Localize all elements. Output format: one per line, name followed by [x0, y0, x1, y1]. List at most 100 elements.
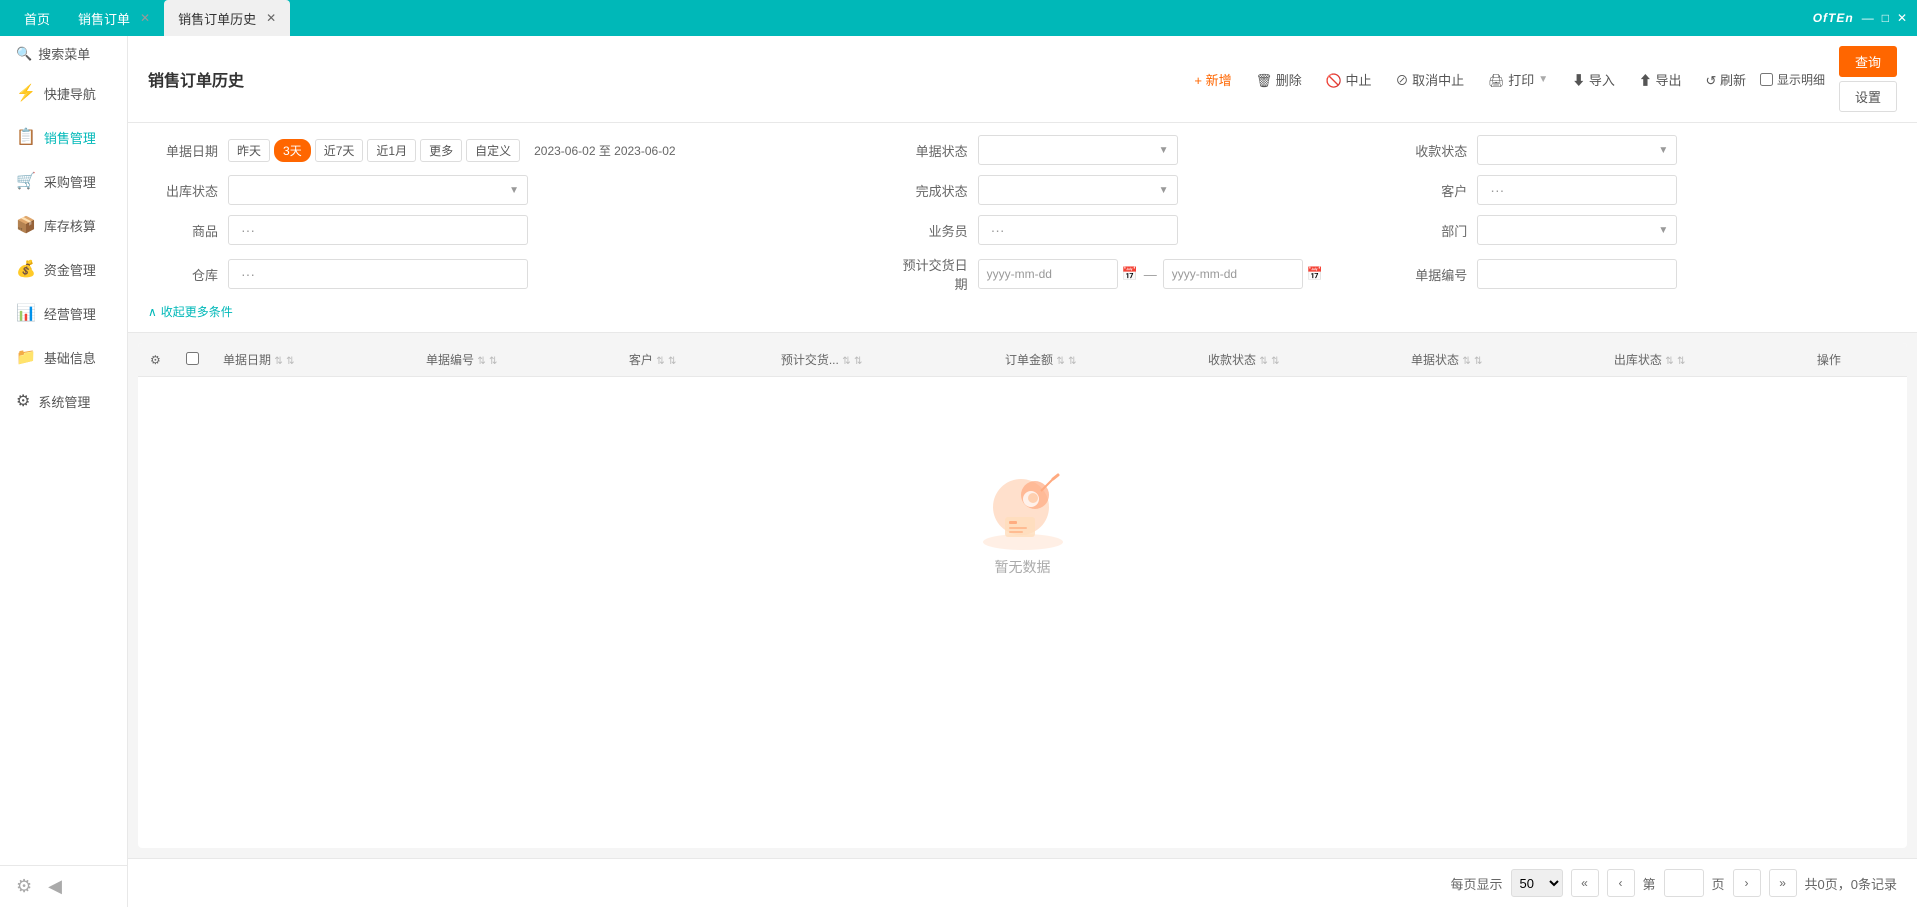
- col-date[interactable]: 单据日期 ⇅: [211, 343, 414, 377]
- empty-state: 暂无数据: [138, 377, 1907, 657]
- col-order-status[interactable]: 单据状态 ⇅: [1399, 343, 1602, 377]
- sidebar-item-sales-mgmt[interactable]: 📋 销售管理: [0, 115, 127, 159]
- date-custom-btn[interactable]: 自定义: [466, 139, 520, 162]
- delivery-date-to[interactable]: yyyy-mm-dd: [1163, 259, 1303, 289]
- department-select[interactable]: ▼: [1477, 215, 1677, 245]
- tab-sales-order-label: 销售订单: [78, 9, 130, 28]
- customer-dots[interactable]: ···: [1490, 182, 1504, 198]
- tab-sales-order[interactable]: 销售订单 ✕: [64, 0, 164, 36]
- select-all-checkbox[interactable]: [186, 352, 199, 365]
- date-1month-btn[interactable]: 近1月: [367, 139, 416, 162]
- page-size-select[interactable]: 50 10 20 100: [1511, 869, 1563, 897]
- refresh-btn[interactable]: ↺ 刷新: [1695, 65, 1756, 94]
- show-detail-label[interactable]: 显示明细: [1760, 71, 1825, 88]
- query-btn[interactable]: 查询: [1839, 46, 1897, 77]
- search-menu[interactable]: 🔍 搜索菜单: [0, 36, 127, 71]
- show-detail-text: 显示明细: [1777, 71, 1825, 88]
- tab-sales-order-close[interactable]: ✕: [140, 11, 150, 25]
- collapse-btn[interactable]: ∧ 收起更多条件: [148, 303, 1897, 320]
- tab-home[interactable]: 首页: [10, 0, 64, 36]
- prev-page-btn[interactable]: ‹: [1607, 869, 1635, 897]
- product-label: 商品: [148, 221, 228, 240]
- next-page-btn[interactable]: ›: [1733, 869, 1761, 897]
- total-records: 共0页，0条记录: [1805, 874, 1897, 893]
- delivery-date-from[interactable]: yyyy-mm-dd: [978, 259, 1118, 289]
- filter-row-1: 单据日期 昨天 3天 近7天 近1月 更多 自定义 2023-06-02 至 2…: [148, 135, 1897, 165]
- order-no-label: 单据编号: [1397, 265, 1477, 284]
- order-status-select[interactable]: ▼: [978, 135, 1178, 165]
- print-btn[interactable]: 🖨 打印 ▼: [1478, 65, 1558, 94]
- tab-home-label: 首页: [24, 9, 50, 28]
- col-customer[interactable]: 客户 ⇅: [617, 343, 769, 377]
- first-page-btn[interactable]: «: [1571, 869, 1599, 897]
- top-bar-right: OfTEn — □ ✕: [1813, 11, 1907, 25]
- col-payment-status[interactable]: 收款状态 ⇅: [1196, 343, 1399, 377]
- date-7days-btn[interactable]: 近7天: [315, 139, 364, 162]
- operations-icon: 📊: [16, 303, 36, 323]
- table-checkbox-th[interactable]: [174, 343, 211, 377]
- payment-status-select[interactable]: ▼: [1477, 135, 1677, 165]
- cancel-stop-btn[interactable]: ⊘ 取消中止: [1386, 65, 1475, 94]
- product-dots[interactable]: ···: [241, 222, 255, 238]
- customer-label: 客户: [1397, 181, 1477, 200]
- page-title: 销售订单历史: [148, 67, 244, 91]
- delivery-status-select[interactable]: ▼: [228, 175, 528, 205]
- order-no-input[interactable]: [1477, 259, 1677, 289]
- filter-row-4: 仓库 ··· 预计交货日期 yyyy-mm-dd 📅 — yyyy-mm-dd: [148, 255, 1897, 293]
- minimize-btn[interactable]: —: [1862, 11, 1874, 25]
- date-yesterday-btn[interactable]: 昨天: [228, 139, 270, 162]
- col-payment-status-label: 收款状态: [1208, 353, 1256, 367]
- sidebar-settings-icon[interactable]: ⚙: [16, 876, 32, 897]
- customer-input[interactable]: ···: [1477, 175, 1677, 205]
- toolbar: + 新增 🗑 删除 🚫 中止 ⊘ 取消中止 🖨 打印 ▼ ⬇ 导入: [1184, 46, 1897, 112]
- sidebar-item-base-info[interactable]: 📁 基础信息: [0, 335, 127, 379]
- delete-btn[interactable]: 🗑 删除: [1246, 65, 1312, 94]
- page-header: 销售订单历史 + 新增 🗑 删除 🚫 中止 ⊘ 取消中止 🖨 打印 ▼: [128, 36, 1917, 123]
- delivery-status-label: 出库状态: [148, 181, 228, 200]
- cal-icon-to[interactable]: 📅: [1307, 266, 1323, 282]
- col-delivery-status[interactable]: 出库状态 ⇅: [1602, 343, 1805, 377]
- sidebar-item-quick-nav[interactable]: ⚡ 快捷导航: [0, 71, 127, 115]
- export-btn[interactable]: ⬆ 导出: [1629, 65, 1692, 94]
- sidebar-item-finance[interactable]: 💰 资金管理: [0, 247, 127, 291]
- col-amount[interactable]: 订单金额 ⇅: [993, 343, 1196, 377]
- sidebar-item-inventory[interactable]: 📦 库存核算: [0, 203, 127, 247]
- current-page-input[interactable]: 1: [1664, 869, 1704, 897]
- close-btn[interactable]: ✕: [1897, 11, 1907, 25]
- cal-icon-from[interactable]: 📅: [1122, 266, 1138, 282]
- sidebar-item-purchase-mgmt[interactable]: 🛒 采购管理: [0, 159, 127, 203]
- salesperson-dots[interactable]: ···: [991, 222, 1005, 238]
- sys-mgmt-icon: ⚙: [16, 391, 30, 411]
- print-arrow-icon: ▼: [1538, 74, 1548, 85]
- salesperson-input[interactable]: ···: [978, 215, 1178, 245]
- warehouse-input[interactable]: ···: [228, 259, 528, 289]
- date-more-btn[interactable]: 更多: [420, 139, 462, 162]
- tab-sales-order-history[interactable]: 销售订单历史 ✕: [164, 0, 290, 36]
- last-page-btn[interactable]: »: [1769, 869, 1797, 897]
- new-btn[interactable]: + 新增: [1184, 65, 1241, 94]
- tab-sales-order-history-label: 销售订单历史: [178, 9, 256, 28]
- stop-btn[interactable]: 🚫 中止: [1316, 65, 1382, 94]
- warehouse-dots[interactable]: ···: [241, 266, 255, 282]
- filter-row-3: 商品 ··· 业务员 ··· 部门 ▼: [148, 215, 1897, 245]
- col-customer-label: 客户: [629, 353, 653, 367]
- settings-btn[interactable]: 设置: [1839, 81, 1897, 112]
- delivery-date-label: 预计交货日期: [898, 255, 978, 293]
- complete-status-select[interactable]: ▼: [978, 175, 1178, 205]
- date-3days-btn[interactable]: 3天: [274, 139, 311, 162]
- maximize-btn[interactable]: □: [1882, 11, 1889, 25]
- table-settings-th[interactable]: ⚙: [138, 343, 174, 377]
- sidebar-expand-icon[interactable]: ◀: [48, 876, 62, 897]
- sidebar-item-sys-mgmt[interactable]: ⚙ 系统管理: [0, 379, 127, 423]
- table-settings-icon[interactable]: ⚙: [150, 353, 161, 367]
- collapse-arrow-icon: ∧: [148, 305, 157, 319]
- import-btn[interactable]: ⬇ 导入: [1562, 65, 1625, 94]
- product-input[interactable]: ···: [228, 215, 528, 245]
- empty-illustration: [963, 457, 1083, 557]
- col-order-no[interactable]: 单据编号 ⇅: [414, 343, 617, 377]
- sidebar-item-operations[interactable]: 📊 经营管理: [0, 291, 127, 335]
- payment-status-label: 收款状态: [1397, 141, 1477, 160]
- tab-sales-order-history-close[interactable]: ✕: [266, 11, 276, 25]
- col-delivery-date[interactable]: 预计交货... ⇅: [769, 343, 993, 377]
- show-detail-checkbox[interactable]: [1760, 73, 1773, 86]
